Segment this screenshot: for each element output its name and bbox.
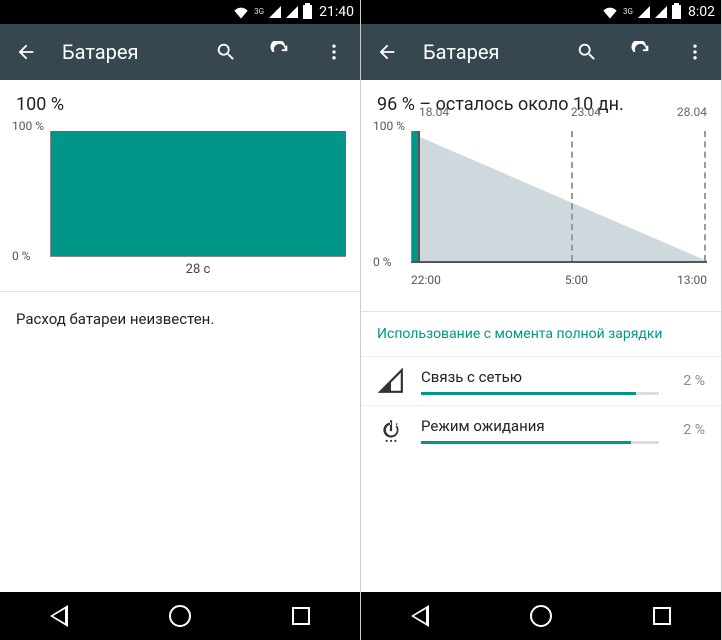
power-icon bbox=[377, 416, 405, 444]
usage-since-charge-link[interactable]: Использование с момента полной зарядки bbox=[361, 312, 721, 356]
battery-percent-header: 100 % bbox=[0, 80, 360, 125]
usage-bar bbox=[421, 441, 659, 444]
usage-item-cell-signal[interactable]: Связь с сетью 2 % bbox=[361, 356, 721, 405]
date-label-0: 18.04 bbox=[419, 105, 449, 119]
y-label-bottom: 0 % bbox=[373, 255, 392, 269]
nav-bar bbox=[361, 592, 721, 640]
search-button[interactable] bbox=[208, 34, 244, 70]
network-3g-label: 3G bbox=[623, 8, 633, 16]
usage-item-idle[interactable]: Режим ожидания 2 % bbox=[361, 405, 721, 454]
cell-signal-icon bbox=[377, 367, 405, 395]
status-bar: 3G 21:40 bbox=[0, 0, 360, 24]
page-title: Батарея bbox=[423, 40, 551, 64]
grid-line bbox=[571, 131, 573, 261]
nav-back-button[interactable] bbox=[50, 605, 68, 627]
y-label-bottom: 0 % bbox=[12, 249, 31, 263]
app-bar: Батарея bbox=[361, 24, 721, 80]
nav-back-button[interactable] bbox=[411, 605, 429, 627]
nav-bar bbox=[0, 592, 360, 640]
wifi-icon bbox=[602, 5, 618, 19]
usage-unknown-text: Расход батареи неизвестен. bbox=[0, 292, 360, 346]
chart-plot-area bbox=[411, 131, 707, 263]
usage-item-percent: 2 % bbox=[683, 422, 705, 438]
status-time: 8:02 bbox=[688, 4, 715, 20]
overflow-button[interactable] bbox=[316, 34, 352, 70]
battery-percent-header: 96 % – осталось около 10 дн. bbox=[361, 80, 721, 125]
usage-item-body: Режим ожидания bbox=[421, 417, 659, 444]
x-tick-1: 5:00 bbox=[565, 273, 588, 287]
signal-icon-2 bbox=[655, 6, 667, 18]
signal-icon bbox=[638, 6, 650, 18]
refresh-button[interactable] bbox=[262, 34, 298, 70]
battery-icon bbox=[303, 5, 312, 19]
network-3g-label: 3G bbox=[254, 8, 264, 16]
usage-bar-fill bbox=[421, 441, 631, 444]
page-title: Батарея bbox=[62, 40, 190, 64]
usage-list: Связь с сетью 2 % Режим ожидания 2 % bbox=[361, 356, 721, 454]
x-tick-2: 13:00 bbox=[677, 273, 707, 287]
chart-container[interactable]: 100 % 0 % 18.04 23.04 28.04 22:00 5:00 bbox=[361, 125, 721, 301]
signal-icon-2 bbox=[286, 6, 298, 18]
battery-chart: 100 % 0 % 28 с bbox=[50, 125, 346, 275]
chart-container[interactable]: 100 % 0 % 28 с bbox=[0, 125, 360, 281]
status-time: 21:40 bbox=[319, 4, 354, 20]
app-bar: Батарея bbox=[0, 24, 360, 80]
back-button[interactable] bbox=[369, 34, 405, 70]
nav-home-button[interactable] bbox=[169, 605, 191, 627]
nav-home-button[interactable] bbox=[530, 605, 552, 627]
usage-item-label: Связь с сетью bbox=[421, 368, 659, 386]
date-label-1: 23.04 bbox=[571, 105, 601, 119]
usage-item-label: Режим ожидания bbox=[421, 417, 659, 435]
now-marker bbox=[412, 131, 418, 261]
wifi-icon bbox=[233, 5, 249, 19]
status-bar: 3G 8:02 bbox=[361, 0, 721, 24]
nav-recents-button[interactable] bbox=[292, 607, 310, 625]
x-tick-0: 22:00 bbox=[411, 273, 441, 287]
signal-icon bbox=[269, 6, 281, 18]
usage-item-percent: 2 % bbox=[683, 373, 705, 389]
grid-line bbox=[704, 131, 706, 261]
x-label: 28 с bbox=[50, 262, 346, 277]
search-button[interactable] bbox=[569, 34, 605, 70]
back-button[interactable] bbox=[8, 34, 44, 70]
overflow-button[interactable] bbox=[677, 34, 713, 70]
content: 100 % 100 % 0 % 28 с Расход батареи неиз… bbox=[0, 80, 360, 592]
phone-left: 3G 21:40 Батарея 100 % 100 % 0 % 28 с bbox=[0, 0, 361, 640]
refresh-button[interactable] bbox=[623, 34, 659, 70]
y-label-top: 100 % bbox=[12, 119, 44, 133]
date-label-2: 28.04 bbox=[677, 105, 707, 119]
battery-forecast-chart: 100 % 0 % 18.04 23.04 28.04 22:00 5:00 bbox=[411, 125, 707, 295]
usage-item-body: Связь с сетью bbox=[421, 368, 659, 395]
y-label-top: 100 % bbox=[373, 119, 405, 133]
chart-plot-area bbox=[50, 131, 346, 257]
content: 96 % – осталось около 10 дн. 100 % 0 % 1… bbox=[361, 80, 721, 592]
usage-bar-fill bbox=[421, 392, 636, 395]
phone-right: 3G 8:02 Батарея 96 % – осталось около 10… bbox=[361, 0, 722, 640]
nav-recents-button[interactable] bbox=[653, 607, 671, 625]
usage-bar bbox=[421, 392, 659, 395]
battery-icon bbox=[672, 5, 681, 19]
